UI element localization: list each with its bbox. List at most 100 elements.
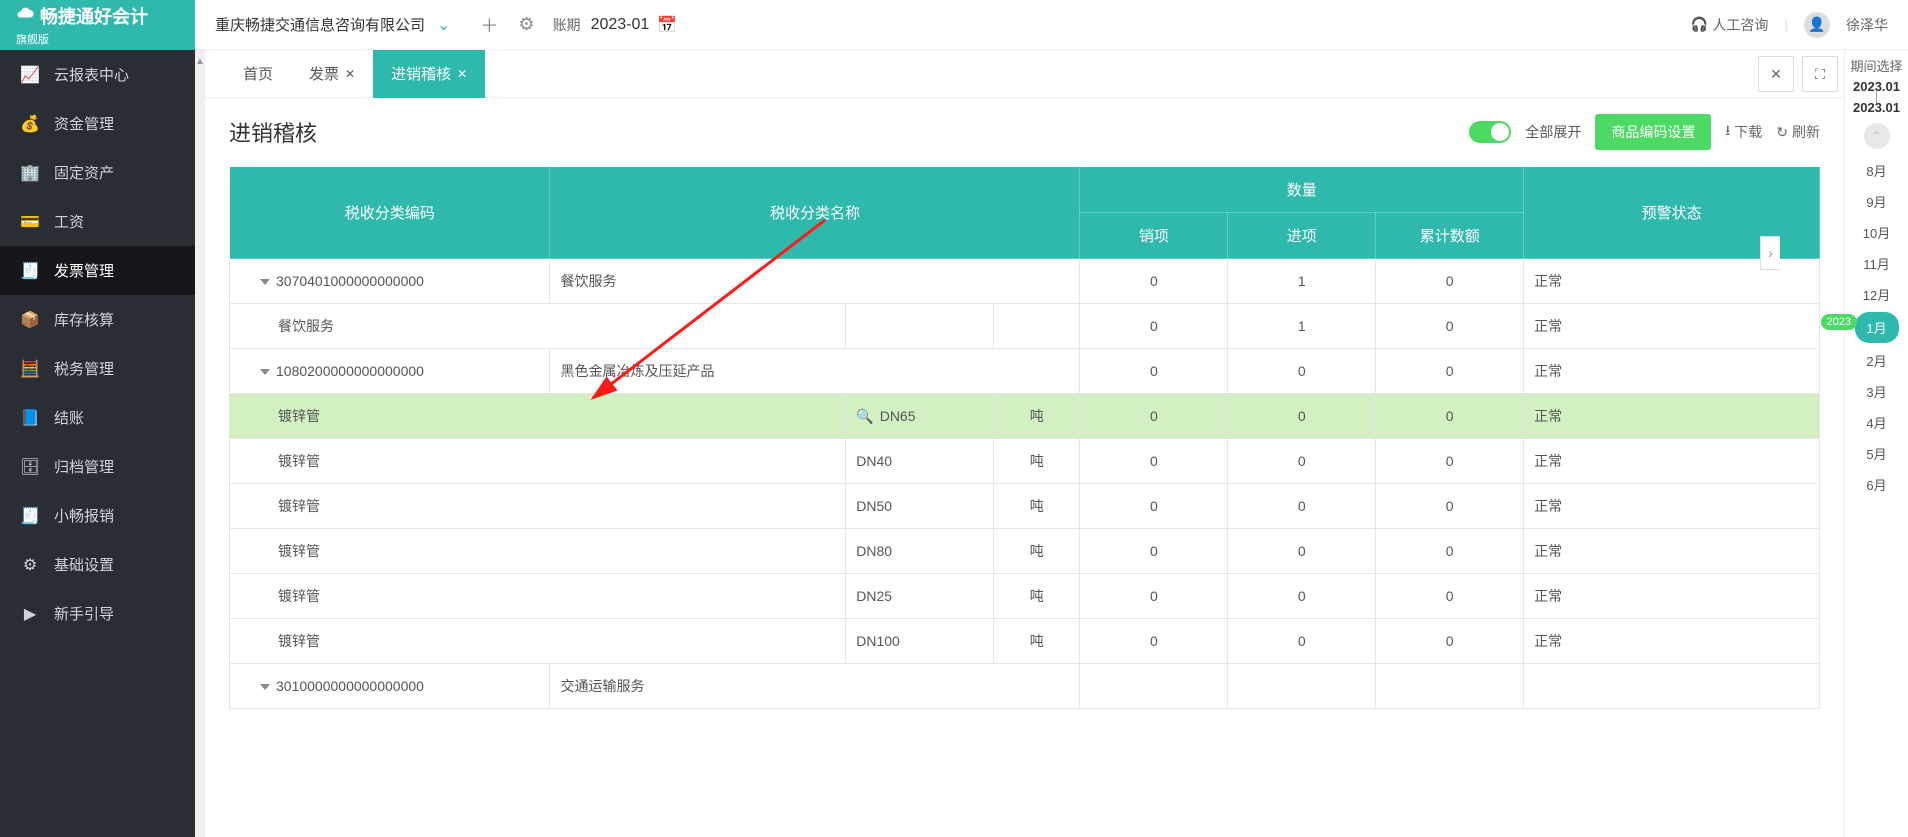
avatar[interactable]: 👤 xyxy=(1804,12,1830,38)
th-qty-group: 数量 xyxy=(1080,167,1524,213)
table-wrap: 税收分类编码 税收分类名称 数量 预警状态 销项 进项 累计数额 3070401… xyxy=(205,166,1844,837)
expand-icon[interactable] xyxy=(260,684,270,690)
expand-icon[interactable] xyxy=(260,369,270,375)
period-month[interactable]: 2月 xyxy=(1855,345,1899,376)
period-month[interactable]: 8月 xyxy=(1855,155,1899,186)
table-row[interactable]: 镀锌管DN25吨000正常 xyxy=(230,574,1820,619)
money-icon: 💰 xyxy=(20,114,40,134)
cell-sum: 0 xyxy=(1376,394,1524,439)
table-row[interactable]: 3070401000000000000餐饮服务010正常 xyxy=(230,259,1820,304)
sidebar-item-label: 云报表中心 xyxy=(54,64,129,85)
cell-out: 0 xyxy=(1080,349,1228,394)
cell-name: 黑色金属冶炼及压延产品 xyxy=(550,349,1080,394)
sidebar-item-archive[interactable]: 🗄归档管理 xyxy=(0,442,195,491)
table-row[interactable]: 镀锌管DN100吨000正常 xyxy=(230,619,1820,664)
close-icon[interactable]: ✕ xyxy=(345,67,355,81)
cell-status: 正常 xyxy=(1524,349,1820,394)
th-in: 进项 xyxy=(1228,213,1376,259)
settings-icon: ⚙ xyxy=(20,555,40,575)
wallet-icon: 💳 xyxy=(20,212,40,232)
sidebar-item-settings[interactable]: ⚙基础设置 xyxy=(0,540,195,589)
download-link[interactable]: ⭳下载 xyxy=(1725,120,1762,144)
period-month[interactable]: 4月 xyxy=(1855,407,1899,438)
sidebar-item-invoice[interactable]: 🧾发票管理 xyxy=(0,246,195,295)
sidebar-item-fund[interactable]: 💰资金管理 xyxy=(0,99,195,148)
tab-invoice[interactable]: 发票✕ xyxy=(291,50,373,98)
sidebar-item-close[interactable]: 📘结账 xyxy=(0,393,195,442)
cell-sum: 0 xyxy=(1376,439,1524,484)
expand-icon[interactable] xyxy=(260,279,270,285)
cell-code: 1080200000000000000 xyxy=(230,349,550,394)
sidebar-item-expense[interactable]: 🧾小畅报销 xyxy=(0,491,195,540)
cell-out: 0 xyxy=(1080,529,1228,574)
calendar-icon[interactable]: 📅 xyxy=(657,15,677,35)
table-row[interactable]: 1080200000000000000黑色金属冶炼及压延产品000正常 xyxy=(230,349,1820,394)
scroll-up-icon[interactable]: ⌃ xyxy=(1864,123,1890,149)
gear-icon[interactable]: ⚙ xyxy=(518,14,534,35)
refresh-link[interactable]: ↻刷新 xyxy=(1776,122,1820,142)
sidebar-item-report-center[interactable]: 📈云报表中心 xyxy=(0,50,195,99)
cell-spec: DN40 xyxy=(846,439,994,484)
sidebar-item-label: 库存核算 xyxy=(54,309,114,330)
sidebar-item-tax[interactable]: 🧮税务管理 xyxy=(0,344,195,393)
cell-out: 0 xyxy=(1080,394,1228,439)
company-selector[interactable]: 重庆畅捷交通信息咨询有限公司 ⌄ xyxy=(195,14,470,35)
cell-out: 0 xyxy=(1080,439,1228,484)
add-icon[interactable]: ＋ xyxy=(480,12,498,38)
cell-name: 餐饮服务 xyxy=(230,304,846,349)
sidebar-item-label: 固定资产 xyxy=(54,162,114,183)
close-all-tabs[interactable]: ✕ xyxy=(1758,56,1794,92)
period-month[interactable]: 12月 xyxy=(1855,279,1899,310)
expand-all-toggle[interactable] xyxy=(1469,121,1511,143)
period-value: 2023-01 xyxy=(591,16,650,34)
cell-spec: DN25 xyxy=(846,574,994,619)
sidebar-item-salary[interactable]: 💳工资 xyxy=(0,197,195,246)
search-icon[interactable]: 🔍 xyxy=(856,408,873,424)
sidebar-item-fixed-asset[interactable]: 🏢固定资产 xyxy=(0,148,195,197)
cell-in: 0 xyxy=(1228,394,1376,439)
cell-unit: 吨 xyxy=(994,394,1080,439)
tab-audit[interactable]: 进销稽核✕ xyxy=(373,50,485,98)
table-row[interactable]: 镀锌管DN50吨000正常 xyxy=(230,484,1820,529)
period-month[interactable]: 3月 xyxy=(1855,376,1899,407)
table-row[interactable]: 镀锌管DN40吨000正常 xyxy=(230,439,1820,484)
period-month[interactable]: 1月2023 xyxy=(1855,312,1899,343)
fullscreen-icon[interactable]: ⛶ xyxy=(1802,56,1838,92)
period-month[interactable]: 10月 xyxy=(1855,217,1899,248)
sidebar-scroll-up[interactable]: ▲ xyxy=(195,50,205,837)
sidebar-item-guide[interactable]: ▶ 新手引导 xyxy=(0,589,195,638)
archive-icon: 🗄 xyxy=(20,457,40,477)
period-month[interactable]: 5月 xyxy=(1855,438,1899,469)
period-month[interactable]: 11月 xyxy=(1855,248,1899,279)
tab-home[interactable]: 首页 xyxy=(225,50,291,98)
divider: | xyxy=(1784,17,1788,33)
table-row[interactable]: 镀锌管🔍DN65吨000正常 xyxy=(230,394,1820,439)
period-month[interactable]: 9月 xyxy=(1855,186,1899,217)
period-month[interactable]: 6月 xyxy=(1855,469,1899,500)
cell-in: 0 xyxy=(1228,349,1376,394)
guide-icon: ▶ xyxy=(20,604,40,624)
th-name: 税收分类名称 xyxy=(550,167,1080,259)
table-row[interactable]: 3010000000000000000交通运输服务 xyxy=(230,664,1820,709)
close-icon[interactable]: ✕ xyxy=(457,67,467,81)
period-panel-title: 期间选择 xyxy=(1850,56,1902,75)
stock-icon: 📦 xyxy=(20,310,40,330)
th-sum: 累计数额 xyxy=(1376,213,1524,259)
cell-spec: DN100 xyxy=(846,619,994,664)
th-out: 销项 xyxy=(1080,213,1228,259)
period-drawer-toggle[interactable]: › xyxy=(1760,236,1780,270)
support-link[interactable]: 🎧 人工咨询 xyxy=(1691,15,1768,35)
period-panel: 期间选择 2023.01 | 2023.01 ⌃ 8月9月10月11月12月1月… xyxy=(1844,50,1908,837)
product-code-setting-button[interactable]: 商品编码设置 xyxy=(1595,114,1711,150)
cell-out: 0 xyxy=(1080,304,1228,349)
sidebar-item-inventory[interactable]: 📦 库存核算 xyxy=(0,295,195,344)
period-label: 账期 xyxy=(553,15,581,35)
table-row[interactable]: 镀锌管DN80吨000正常 xyxy=(230,529,1820,574)
cell-status: 正常 xyxy=(1524,574,1820,619)
page-title: 进销稽核 xyxy=(229,116,317,148)
company-name: 重庆畅捷交通信息咨询有限公司 xyxy=(215,14,425,35)
sidebar-item-label: 新手引导 xyxy=(54,603,114,624)
tax-icon: 🧮 xyxy=(20,359,40,379)
main-area: 首页 发票✕ 进销稽核✕ ✕ ⛶ 进销稽核 全部展开 商品编码设置 ⭳下载 ↻刷… xyxy=(205,50,1844,837)
table-row[interactable]: 餐饮服务010正常 xyxy=(230,304,1820,349)
